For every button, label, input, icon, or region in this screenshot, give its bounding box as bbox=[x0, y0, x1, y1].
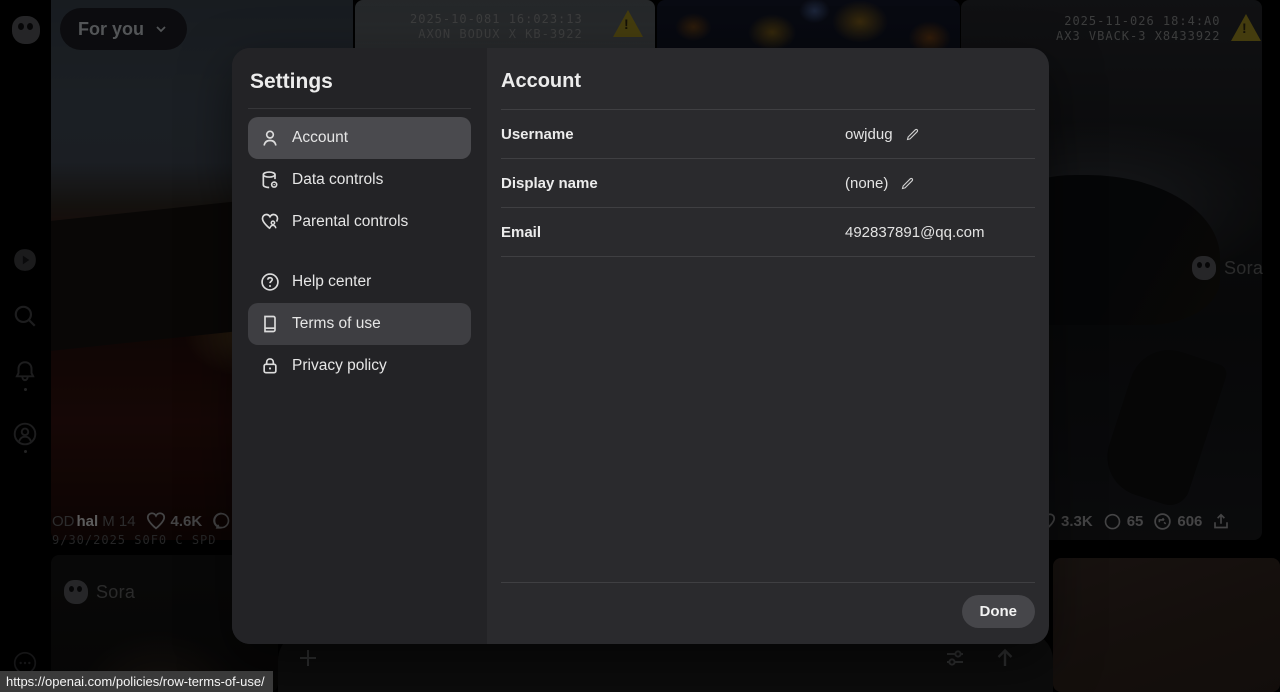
link-status-bar: https://openai.com/policies/row-terms-of… bbox=[0, 671, 273, 692]
settings-nav-data-controls[interactable]: Data controls bbox=[248, 159, 471, 201]
done-button[interactable]: Done bbox=[962, 595, 1036, 628]
settings-nav-account[interactable]: Account bbox=[248, 117, 471, 159]
settings-nav-terms-of-use[interactable]: Terms of use bbox=[248, 303, 471, 345]
modal-footer: Done bbox=[501, 583, 1035, 628]
nav-label: Parental controls bbox=[292, 213, 408, 231]
settings-title: Settings bbox=[250, 70, 471, 94]
username-row: Username owjdug bbox=[501, 110, 1035, 158]
divider bbox=[248, 108, 471, 109]
display-name-label: Display name bbox=[501, 175, 598, 192]
display-name-value: (none) bbox=[845, 175, 888, 192]
lock-icon bbox=[260, 356, 280, 376]
username-label: Username bbox=[501, 126, 574, 143]
account-heading: Account bbox=[501, 70, 1035, 93]
settings-nav-privacy-policy[interactable]: Privacy policy bbox=[248, 345, 471, 387]
nav-label: Help center bbox=[292, 273, 371, 291]
edit-display-name-icon[interactable] bbox=[900, 176, 915, 191]
email-label: Email bbox=[501, 224, 541, 241]
nav-label: Account bbox=[292, 129, 348, 147]
heart-user-icon bbox=[260, 212, 280, 232]
book-icon bbox=[260, 314, 280, 334]
settings-nav-panel: Settings Account Data controls Parental … bbox=[232, 48, 487, 644]
nav-label: Privacy policy bbox=[292, 357, 387, 375]
question-circle-icon bbox=[260, 272, 280, 292]
settings-nav-help-center[interactable]: Help center bbox=[248, 261, 471, 303]
settings-content-panel: Account Username owjdug Display name (no… bbox=[487, 48, 1049, 644]
settings-modal: Settings Account Data controls Parental … bbox=[232, 48, 1049, 644]
username-value: owjdug bbox=[845, 126, 893, 143]
edit-username-icon[interactable] bbox=[905, 127, 920, 142]
email-row: Email 492837891@qq.com bbox=[501, 208, 1035, 256]
nav-group-gap bbox=[248, 243, 471, 261]
spacer bbox=[501, 257, 1035, 582]
nav-label: Terms of use bbox=[292, 315, 381, 333]
nav-label: Data controls bbox=[292, 171, 383, 189]
database-icon bbox=[260, 170, 280, 190]
display-name-row: Display name (none) bbox=[501, 159, 1035, 207]
email-value: 492837891@qq.com bbox=[845, 224, 985, 241]
user-icon bbox=[260, 128, 280, 148]
settings-nav-parental-controls[interactable]: Parental controls bbox=[248, 201, 471, 243]
